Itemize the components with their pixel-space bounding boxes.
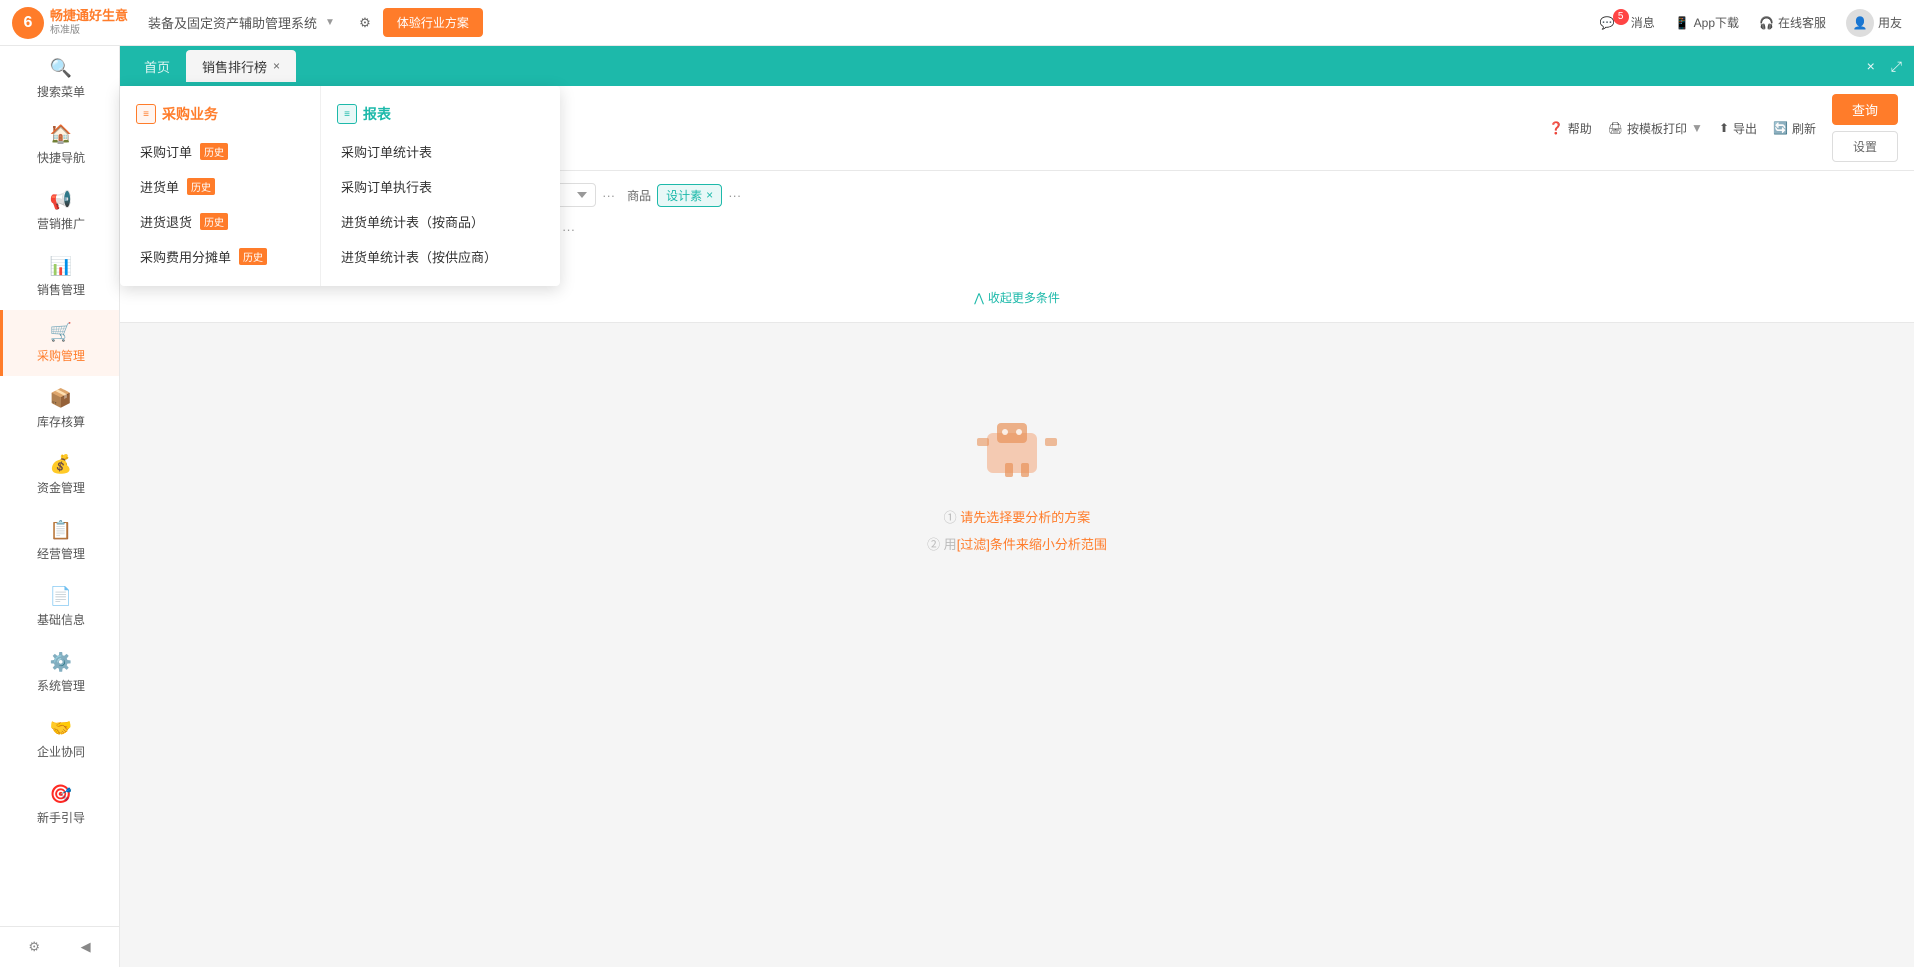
sidebar-item-operations[interactable]: 📋 经营管理 [0, 508, 119, 574]
history-badge-2: 历史 [200, 213, 228, 230]
logo-icon: 6 [12, 7, 44, 39]
clipboard-icon: 📋 [50, 520, 72, 541]
print-button[interactable]: 🖨 按模板打印 ▼ [1608, 120, 1703, 137]
empty-tip-2: ② 用[过滤]条件来缩小分析范围 [927, 534, 1107, 553]
goods-tag: 设计素 × [657, 184, 722, 207]
purchase-dropdown: ≡ 采购业务 采购订单 历史 进货单 历史 进货退货 历史 采购费用分摊单 历史… [120, 86, 560, 286]
report-section: ≡ 报表 采购订单统计表 采购订单执行表 进货单统计表（按商品） 进货单统计表（… [320, 86, 520, 286]
top-header: 6 畅捷通好生意 标准版 装备及固定资产辅助管理系统 ▼ ⚙ 体验行业方案 💬 … [0, 0, 1914, 46]
sidebar-item-guide[interactable]: 🎯 新手引导 [0, 772, 119, 838]
sidebar-bottom: ⚙ ◀ [0, 926, 119, 967]
sidebar: 🔍 搜索菜单 🏠 快捷导航 📢 营销推广 📊 销售管理 🛒 采购管理 📦 库存核… [0, 46, 120, 967]
settings-bottom-icon[interactable]: ⚙ [28, 939, 40, 955]
history-badge-0: 历史 [200, 143, 228, 160]
gear-button[interactable]: ⚙ [351, 9, 379, 37]
user-menu-button[interactable]: 👤 用友 [1846, 9, 1902, 37]
empty-tip-1: ① 请先选择要分析的方案 [944, 507, 1091, 526]
dropdown-item-return[interactable]: 进货退货 历史 [120, 204, 320, 239]
sidebar-item-purchase[interactable]: 🛒 采购管理 [0, 310, 119, 376]
goods-more-icon[interactable]: ··· [728, 188, 741, 203]
salesperson-more-icon[interactable]: ··· [562, 222, 575, 237]
history-badge-1: 历史 [187, 178, 215, 195]
goods-label: 商品 [627, 187, 651, 204]
chevron-down-icon[interactable]: ▼ [325, 17, 335, 28]
handshake-icon: 🤝 [50, 718, 72, 739]
tab-close-all-icon[interactable]: × [1863, 54, 1879, 78]
refresh-icon: 🔄 [1773, 121, 1788, 135]
dropdown-item-report-inbound-supplier[interactable]: 进货单统计表（按供应商） [321, 239, 520, 274]
sidebar-item-marketing[interactable]: 📢 营销推广 [0, 178, 119, 244]
help-button[interactable]: ❓ 帮助 [1549, 120, 1592, 137]
settings-icon: ⚙️ [50, 652, 72, 673]
chart-icon: 📊 [50, 256, 72, 277]
sidebar-item-sales[interactable]: 📊 销售管理 [0, 244, 119, 310]
export-icon: ⬆ [1719, 121, 1729, 135]
document-icon: 📄 [50, 586, 72, 607]
collapse-up-icon: ⋀ [974, 291, 984, 305]
print-chevron-icon: ▼ [1691, 121, 1703, 135]
tab-sales-ranking[interactable]: 销售排行榜 × [186, 50, 296, 82]
sidebar-item-system[interactable]: ⚙️ 系统管理 [0, 640, 119, 706]
dropdown-item-expense[interactable]: 采购费用分摊单 历史 [120, 239, 320, 274]
logo-area: 6 畅捷通好生意 标准版 [12, 7, 132, 39]
message-badge: 5 [1613, 9, 1629, 25]
industry-button[interactable]: 体验行业方案 [383, 8, 483, 37]
empty-svg [967, 403, 1067, 483]
sidebar-item-finance[interactable]: 💰 资金管理 [0, 442, 119, 508]
report-header-icon: ≡ [337, 104, 357, 124]
tab-close-icon[interactable]: × [273, 59, 280, 73]
help-icon: ❓ [1549, 121, 1564, 135]
app-download-button[interactable]: 📱 App下载 [1675, 14, 1739, 31]
money-icon: 💰 [50, 454, 72, 475]
home-icon: 🏠 [50, 124, 72, 145]
dropdown-item-inbound[interactable]: 进货单 历史 [120, 169, 320, 204]
dropdown-item-report-order-stat[interactable]: 采购订单统计表 [321, 134, 520, 169]
dropdown-item-report-order-exec[interactable]: 采购订单执行表 [321, 169, 520, 204]
message-button[interactable]: 💬 5 消息 [1600, 14, 1655, 31]
tab-bar: 首页 销售排行榜 × × ⤢ [120, 46, 1914, 86]
headset-icon: 🎧 [1759, 16, 1774, 30]
cart-icon: 🛒 [50, 322, 72, 343]
logo-subtitle: 标准版 [50, 24, 128, 37]
goods-tag-remove-icon[interactable]: × [706, 188, 713, 202]
purchase-header-icon: ≡ [136, 104, 156, 124]
megaphone-icon: 📢 [50, 190, 72, 211]
doc-status-more-icon[interactable]: ··· [602, 188, 615, 203]
dropdown-item-report-inbound-goods[interactable]: 进货单统计表（按商品） [321, 204, 520, 239]
online-service-button[interactable]: 🎧 在线客服 [1759, 14, 1826, 31]
sidebar-item-inventory[interactable]: 📦 库存核算 [0, 376, 119, 442]
header-right: 💬 5 消息 📱 App下载 🎧 在线客服 👤 用友 [1600, 9, 1902, 37]
search-icon: 🔍 [50, 58, 72, 79]
tab-home[interactable]: 首页 [128, 50, 186, 82]
collapse-button[interactable]: ⋀ 收起更多条件 [970, 285, 1064, 310]
collapse-row: ⋀ 收起更多条件 [136, 285, 1898, 310]
tab-expand-icon[interactable]: ⤢ [1887, 54, 1906, 79]
sidebar-item-search[interactable]: 🔍 搜索菜单 [0, 46, 119, 112]
sidebar-item-basic-info[interactable]: 📄 基础信息 [0, 574, 119, 640]
sidebar-item-collaboration[interactable]: 🤝 企业协同 [0, 706, 119, 772]
setting-button[interactable]: 设置 [1832, 131, 1898, 162]
guide-icon: 🎯 [50, 784, 72, 805]
export-button[interactable]: ⬆ 导出 [1719, 120, 1757, 137]
print-icon: 🖨 [1608, 121, 1623, 135]
phone-icon: 📱 [1675, 16, 1690, 30]
avatar: 👤 [1846, 9, 1874, 37]
report-header: ≡ 报表 [321, 98, 520, 134]
logo-title: 畅捷通好生意 [50, 8, 128, 25]
system-title: 装备及固定资产辅助管理系统 ▼ [132, 13, 351, 32]
dropdown-item-purchase-order[interactable]: 采购订单 历史 [120, 134, 320, 169]
empty-illustration [967, 403, 1067, 483]
query-button[interactable]: 查询 [1832, 94, 1898, 125]
empty-state: ① 请先选择要分析的方案 ② 用[过滤]条件来缩小分析范围 [120, 323, 1914, 637]
box-icon: 📦 [50, 388, 72, 409]
refresh-button[interactable]: 🔄 刷新 [1773, 120, 1816, 137]
goods-filter: 商品 设计素 × ··· [627, 184, 741, 207]
user-icon: 👤 [1853, 16, 1868, 30]
collapse-sidebar-icon[interactable]: ◀ [81, 939, 91, 955]
sidebar-item-quicknav[interactable]: 🏠 快捷导航 [0, 112, 119, 178]
tab-bar-right: × ⤢ [1863, 54, 1906, 79]
purchase-section: ≡ 采购业务 采购订单 历史 进货单 历史 进货退货 历史 采购费用分摊单 历史 [120, 86, 320, 286]
purchase-header: ≡ 采购业务 [120, 98, 320, 134]
history-badge-3: 历史 [239, 248, 267, 265]
